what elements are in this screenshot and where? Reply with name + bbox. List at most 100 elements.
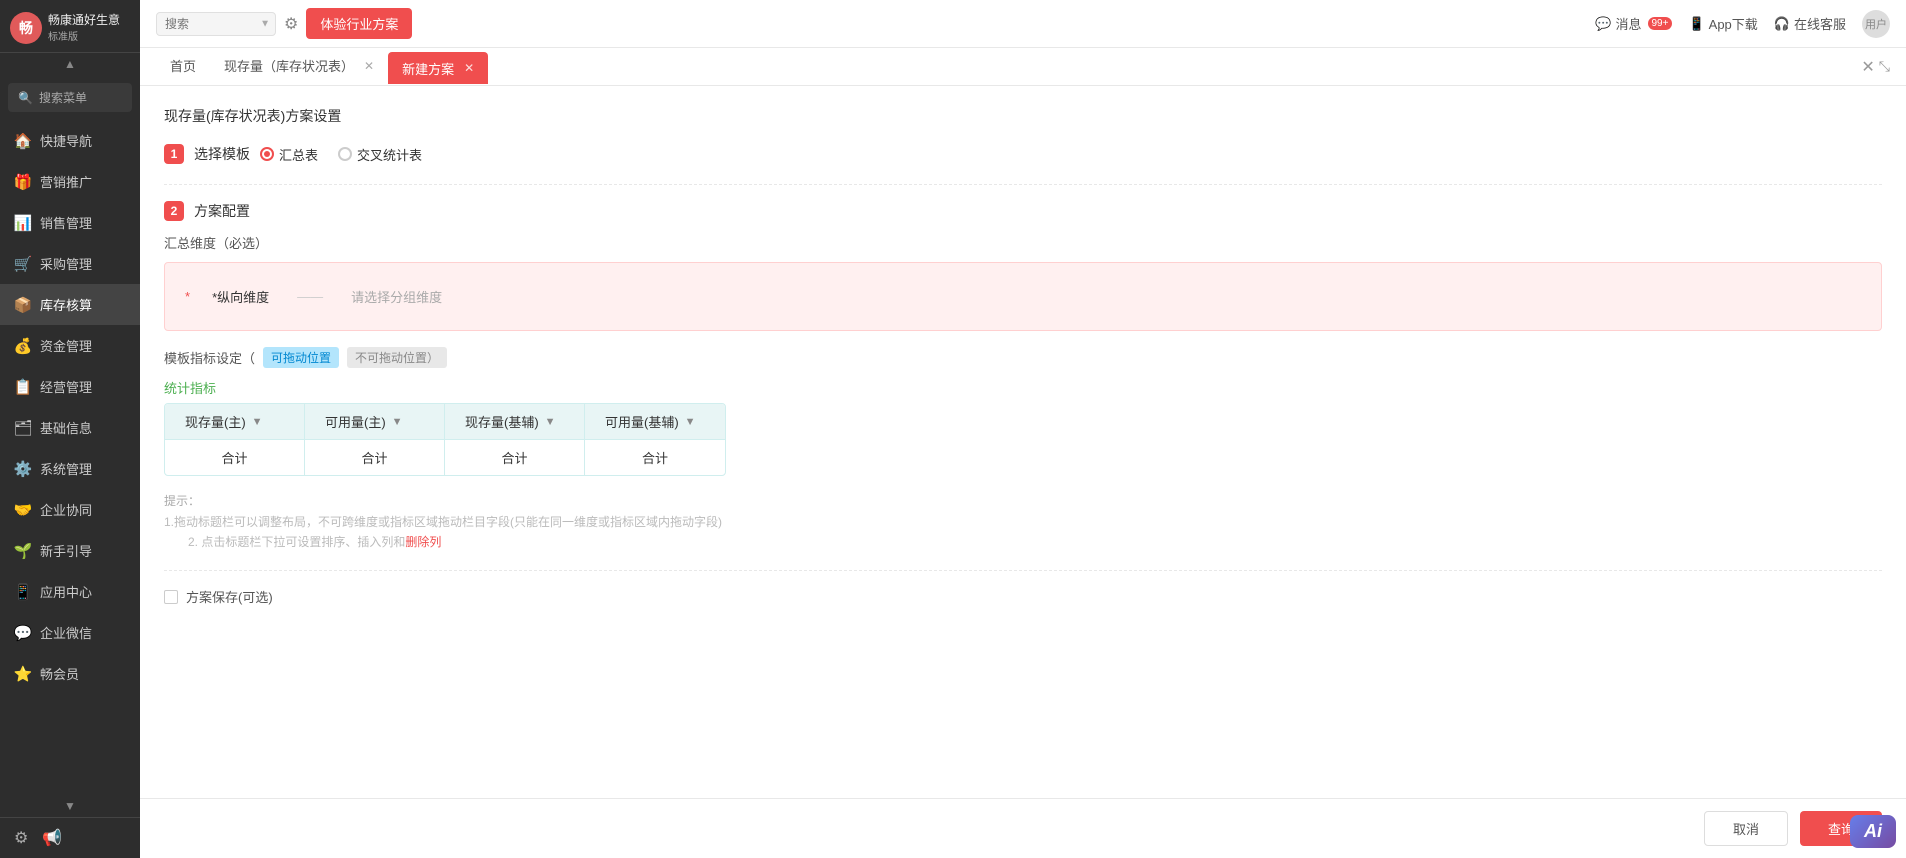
sidebar-item-sales[interactable]: 📊 销售管理 (0, 202, 140, 243)
radio-crosstab-circle (338, 147, 352, 161)
message-icon: 💬 (1595, 16, 1611, 32)
enterprise-icon: 🤝 (14, 501, 32, 519)
sidebar-bottom: ⚙ 📢 (0, 817, 140, 858)
stats-label: 统计指标 (164, 378, 1882, 397)
tab-close-icon[interactable]: ✕ (1861, 57, 1874, 77)
stats-header-row: 现存量(主) ▼ 可用量(主) ▼ 现存量(基辅) ▼ (165, 404, 725, 439)
content-area: 现存量(库存状况表)方案设置 1 选择模板 汇总表 交叉统计表 (140, 86, 1906, 798)
dim-placeholder[interactable]: 请选择分组维度 (351, 287, 442, 306)
indicator-settings-label: 模板指标设定（ 可拖动位置 不可拖动位置） (164, 347, 1882, 368)
apps-icon: 📱 (14, 583, 32, 601)
scroll-up-icon[interactable]: ▲ (0, 53, 140, 75)
wechat-icon: 💬 (14, 624, 32, 642)
app-name: 畅康通好生意 (48, 13, 120, 29)
sidebar-item-label: 畅会员 (40, 664, 79, 683)
tab-inventory-close-icon[interactable]: ✕ (364, 59, 374, 73)
sidebar-item-marketing[interactable]: 🎁 营销推广 (0, 161, 140, 202)
sidebar-item-apps[interactable]: 📱 应用中心 (0, 571, 140, 612)
indicator-label-text: 模板指标设定（ (164, 348, 255, 367)
vertical-dim-label: *纵向维度 (212, 287, 269, 306)
gear-icon[interactable]: ⚙ (284, 14, 298, 34)
ai-badge[interactable]: Ai (1850, 815, 1896, 848)
scroll-down-icon[interactable]: ▼ (0, 795, 140, 817)
step2-section: 2 方案配置 汇总维度（必选） * *纵向维度 —— 请选择分组维度 模板指标设… (164, 201, 1882, 550)
sidebar-item-basic[interactable]: 🗂 基础信息 (0, 407, 140, 448)
sidebar-item-label: 经营管理 (40, 377, 92, 396)
message-label: 消息 (1615, 14, 1641, 33)
sidebar-item-management[interactable]: 📋 经营管理 (0, 366, 140, 407)
stats-col-3-header[interactable]: 现存量(基辅) ▼ (445, 404, 585, 439)
sidebar-item-finance[interactable]: 💰 资金管理 (0, 325, 140, 366)
stats-col-2-body: 合计 (305, 440, 445, 475)
step1-header: 1 选择模板 汇总表 交叉统计表 (164, 144, 1882, 164)
step1-section: 1 选择模板 汇总表 交叉统计表 (164, 144, 1882, 164)
sidebar-item-label: 采购管理 (40, 254, 92, 273)
tab-inventory-status[interactable]: 现存量（库存状况表） ✕ (210, 48, 388, 86)
save-checkbox[interactable] (164, 590, 178, 604)
member-icon: ⭐ (14, 665, 32, 683)
logo-icon: 畅 (10, 12, 42, 44)
sidebar-search[interactable]: 🔍 搜索菜单 (8, 83, 132, 112)
tip-delete-link[interactable]: 删除列 (405, 535, 441, 549)
search-label: 搜索菜单 (39, 89, 87, 106)
footer: 取消 查询 (140, 798, 1906, 858)
trial-industry-button[interactable]: 体验行业方案 (306, 8, 412, 39)
tab-new-plan-close-icon[interactable]: ✕ (464, 61, 474, 75)
sidebar-item-system[interactable]: ⚙️ 系统管理 (0, 448, 140, 489)
settings-icon[interactable]: ⚙ (14, 828, 28, 848)
app-edition: 标准版 (48, 28, 120, 43)
template-radio-group: 汇总表 交叉统计表 (260, 145, 422, 164)
tab-inventory-label: 现存量（库存状况表） (224, 56, 354, 75)
tab-home[interactable]: 首页 (156, 48, 210, 86)
tips-label: 提示： (164, 492, 1882, 509)
system-icon: ⚙️ (14, 460, 32, 478)
app-download-button[interactable]: 📱 App下载 (1688, 14, 1757, 33)
newguide-icon: 🌱 (14, 542, 32, 560)
topbar: ▼ ⚙ 体验行业方案 💬 消息 99+ 📱 App下载 🎧 在线客服 用户 (140, 0, 1906, 48)
sidebar-item-label: 资金管理 (40, 336, 92, 355)
sidebar-item-shortcut[interactable]: 🏠 快捷导航 (0, 120, 140, 161)
sidebar-item-label: 系统管理 (40, 459, 92, 478)
tab-new-plan[interactable]: 新建方案 ✕ (388, 52, 488, 84)
search-input[interactable] (156, 12, 276, 36)
sidebar-item-label: 销售管理 (40, 213, 92, 232)
step2-title: 方案配置 (194, 201, 250, 221)
stats-col-2-header[interactable]: 可用量(主) ▼ (305, 404, 445, 439)
sales-icon: 📊 (14, 214, 32, 232)
radio-summary[interactable]: 汇总表 (260, 145, 318, 164)
service-icon: 🎧 (1774, 16, 1790, 32)
stats-table: 现存量(主) ▼ 可用量(主) ▼ 现存量(基辅) ▼ (164, 403, 726, 476)
tip-item-1: 1.拖动标题栏可以调整布局，不可跨维度或指标区域拖动栏目字段(只能在同一维度或指… (164, 513, 1882, 530)
required-star: * (185, 289, 190, 304)
divider-2 (164, 570, 1882, 571)
sidebar-item-label: 企业微信 (40, 623, 92, 642)
col-3-chevron-icon: ▼ (545, 416, 556, 428)
message-button[interactable]: 💬 消息 99+ (1595, 14, 1672, 33)
help-icon[interactable]: 📢 (42, 828, 62, 848)
stats-col-1-name: 现存量(主) (185, 412, 246, 431)
stats-col-1-header[interactable]: 现存量(主) ▼ (165, 404, 305, 439)
radio-crosstab[interactable]: 交叉统计表 (338, 145, 422, 164)
search-input-wrap: ▼ (156, 12, 276, 36)
sidebar-item-label: 基础信息 (40, 418, 92, 437)
inventory-icon: 📦 (14, 296, 32, 314)
sidebar-item-inventory[interactable]: 📦 库存核算 (0, 284, 140, 325)
sidebar-item-purchase[interactable]: 🛒 采购管理 (0, 243, 140, 284)
col-4-chevron-icon: ▼ (685, 416, 696, 428)
online-service-button[interactable]: 🎧 在线客服 (1774, 14, 1846, 33)
topbar-left: ▼ ⚙ 体验行业方案 (156, 8, 1583, 39)
app-label: App下载 (1709, 14, 1758, 33)
tab-expand-icon[interactable]: ⤡ (1879, 58, 1890, 75)
user-avatar[interactable]: 用户 (1862, 10, 1890, 38)
tip-item-2-text: 2. 点击标题栏下拉可设置排序、插入列和 (164, 535, 405, 549)
stats-col-4-header[interactable]: 可用量(基辅) ▼ (585, 404, 725, 439)
sidebar-item-member[interactable]: ⭐ 畅会员 (0, 653, 140, 694)
cancel-button[interactable]: 取消 (1704, 811, 1788, 846)
no-drag-badge: 不可拖动位置） (347, 347, 447, 368)
sidebar-item-wechat[interactable]: 💬 企业微信 (0, 612, 140, 653)
panel: 现存量(库存状况表)方案设置 1 选择模板 汇总表 交叉统计表 (140, 86, 1906, 798)
topbar-right: 💬 消息 99+ 📱 App下载 🎧 在线客服 用户 (1595, 10, 1890, 38)
sidebar-item-newguide[interactable]: 🌱 新手引导 (0, 530, 140, 571)
step2-header: 2 方案配置 (164, 201, 1882, 221)
sidebar-item-enterprise[interactable]: 🤝 企业协同 (0, 489, 140, 530)
